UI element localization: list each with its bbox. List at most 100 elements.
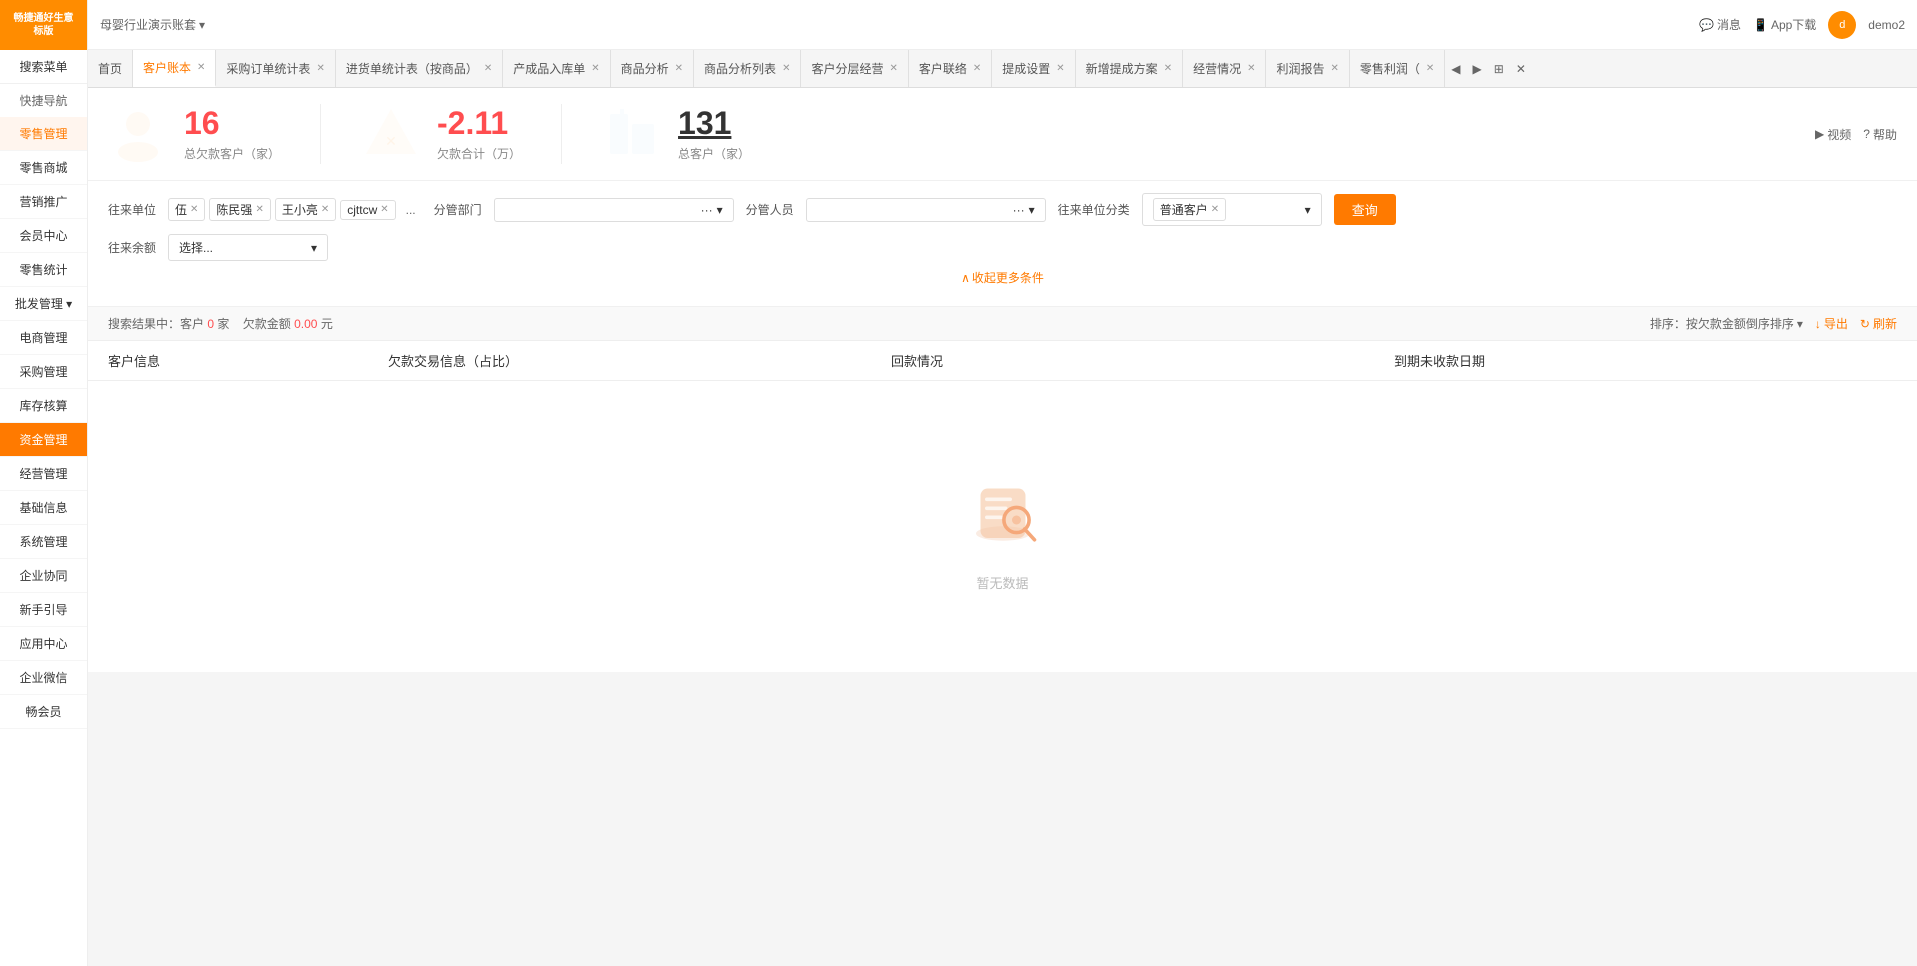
close-icon[interactable]: ✕ (316, 63, 324, 74)
credit-unit: 元 (321, 317, 333, 331)
message-label: 消息 (1717, 16, 1741, 33)
tag-remove-icon[interactable]: ✕ (190, 204, 198, 215)
tab-business-situation[interactable]: 经营情况 ✕ (1183, 50, 1266, 87)
sidebar-item-enterprise-collab[interactable]: 企业协同 (0, 559, 87, 593)
close-icon[interactable]: ✕ (1164, 63, 1172, 74)
app-icon: 📱 (1753, 18, 1768, 32)
sidebar-item-purchase-mgmt[interactable]: 采购管理 (0, 355, 87, 389)
tag-remove-icon[interactable]: ✕ (380, 204, 388, 215)
video-btn[interactable]: ▶ 视频 (1815, 126, 1851, 143)
app-download-btn[interactable]: 📱 App下载 (1753, 16, 1816, 33)
avatar[interactable]: d (1828, 11, 1856, 39)
tag-remove-icon[interactable]: ✕ (255, 204, 263, 215)
unit-class-dropdown-icon: ▾ (1305, 203, 1311, 217)
stat-credit-amount-info: -2.11 欠款合计（万） (437, 106, 521, 162)
credit-customers-value: 16 (184, 106, 280, 141)
query-button[interactable]: 查询 (1334, 194, 1396, 225)
tab-raise-settings[interactable]: 提成设置 ✕ (992, 50, 1075, 87)
tab-new-raise-plan[interactable]: 新增提成方案 ✕ (1076, 50, 1183, 87)
tab-scroll-left[interactable]: ◀ (1445, 50, 1466, 87)
balance-selector[interactable]: 选择... ▾ (168, 234, 328, 261)
tab-inbound-stats[interactable]: 进货单统计表（按商品） ✕ (336, 50, 503, 87)
tab-production-inbound[interactable]: 产成品入库单 ✕ (503, 50, 610, 87)
sidebar-item-vip-member[interactable]: 畅会员 (0, 695, 87, 729)
refresh-btn[interactable]: ↻ 刷新 (1860, 315, 1897, 332)
sidebar-item-marketing[interactable]: 营销推广 (0, 185, 87, 219)
tab-expand[interactable]: ⊞ (1488, 50, 1510, 87)
sort-selector[interactable]: 排序：按欠款金额倒序排序 ▾ (1650, 315, 1803, 332)
sidebar-item-inventory[interactable]: 库存核算 (0, 389, 87, 423)
tab-customer-contact[interactable]: 客户联络 ✕ (909, 50, 992, 87)
tab-product-analysis[interactable]: 商品分析 ✕ (611, 50, 694, 87)
sidebar-item-operations-mgmt[interactable]: 经营管理 (0, 457, 87, 491)
sidebar-item-enterprise-wechat[interactable]: 企业微信 (0, 661, 87, 695)
export-btn[interactable]: ↓ 导出 (1815, 315, 1848, 332)
tag-text: 陈民强 (216, 201, 252, 218)
unit-tag-wu[interactable]: 伍 ✕ (168, 198, 205, 221)
close-icon[interactable]: ✕ (591, 63, 599, 74)
sidebar-item-label: 零售统计 (19, 263, 67, 277)
sidebar-search[interactable]: 搜索菜单 (0, 50, 87, 84)
close-icon[interactable]: ✕ (675, 63, 683, 74)
close-icon[interactable]: ✕ (197, 62, 205, 73)
sidebar-item-system-mgmt[interactable]: 系统管理 (0, 525, 87, 559)
unit-tag-chen[interactable]: 陈民强 ✕ (209, 198, 270, 221)
tag-remove-icon[interactable]: ✕ (1211, 204, 1219, 215)
close-icon[interactable]: ✕ (889, 63, 897, 74)
close-icon[interactable]: ✕ (782, 63, 790, 74)
unit-tag-more[interactable]: ... (400, 201, 422, 219)
message-icon: 💬 (1699, 18, 1714, 32)
username[interactable]: demo2 (1868, 18, 1905, 32)
sidebar-item-app-center[interactable]: 应用中心 (0, 627, 87, 661)
account-selector[interactable]: 母婴行业演示账套 ▾ (100, 16, 205, 33)
tab-product-analysis-list[interactable]: 商品分析列表 ✕ (694, 50, 801, 87)
tab-close-all[interactable]: ✕ (1510, 50, 1532, 87)
unit-class-selector[interactable]: 普通客户 ✕ ▾ (1142, 193, 1322, 226)
tab-customer-segmentation[interactable]: 客户分层经营 ✕ (801, 50, 908, 87)
tag-remove-icon[interactable]: ✕ (321, 204, 329, 215)
sidebar-item-retail-mgmt[interactable]: 零售管理 (0, 117, 87, 151)
close-icon[interactable]: ✕ (1331, 63, 1339, 74)
tab-profit-report[interactable]: 利润报告 ✕ (1266, 50, 1349, 87)
dept-selector[interactable]: ··· ▾ (494, 198, 734, 222)
tab-label: 客户联络 (919, 60, 967, 77)
help-btn[interactable]: ? 帮助 (1863, 126, 1897, 143)
sidebar-item-wholesale-mgmt[interactable]: 批发管理 ▾ (0, 287, 87, 321)
person-dropdown-icon: ▾ (1029, 203, 1035, 217)
unit-tag-cjttcw[interactable]: cjttcw ✕ (340, 200, 395, 220)
close-icon[interactable]: ✕ (1426, 63, 1434, 74)
tab-purchase-order[interactable]: 采购订单统计表 ✕ (216, 50, 335, 87)
tab-accounts[interactable]: 客户账本 ✕ (133, 50, 216, 87)
tab-home[interactable]: 首页 (88, 50, 133, 87)
unit-tag-wang[interactable]: 王小亮 ✕ (275, 198, 336, 221)
credit-customers-icon (108, 104, 168, 164)
sort-dropdown-icon: ▾ (1797, 317, 1803, 331)
sidebar-item-basic-info[interactable]: 基础信息 (0, 491, 87, 525)
logo-text: 畅捷通好生意标版 (14, 12, 74, 38)
person-selector[interactable]: ··· ▾ (806, 198, 1046, 222)
table-header-repayment: 回款情况 (891, 351, 1394, 370)
sidebar-item-ecommerce[interactable]: 电商管理 (0, 321, 87, 355)
tab-label: 进货单统计表（按商品） (346, 60, 478, 77)
stat-total-customers: 131 总客户（家） (562, 104, 790, 164)
unit-class-tag-normal[interactable]: 普通客户 ✕ (1153, 198, 1226, 221)
close-icon[interactable]: ✕ (1056, 63, 1064, 74)
quick-nav[interactable]: 快捷导航 (0, 84, 87, 117)
close-icon[interactable]: ✕ (484, 63, 492, 74)
refresh-label: 刷新 (1873, 315, 1897, 332)
sidebar-item-member-center[interactable]: 会员中心 (0, 219, 87, 253)
sidebar-item-capital-mgmt[interactable]: 资金管理 (0, 423, 87, 457)
tag-text: 伍 (175, 201, 187, 218)
sidebar-item-label: 系统管理 (19, 535, 67, 549)
message-btn[interactable]: 💬 消息 (1699, 16, 1741, 33)
sidebar-item-new-guide[interactable]: 新手引导 (0, 593, 87, 627)
sidebar-item-retail-stats[interactable]: 零售统计 (0, 253, 87, 287)
sidebar-item-label: 经营管理 (19, 467, 67, 481)
tab-retail-profit[interactable]: 零售利润（ ✕ (1350, 50, 1445, 87)
tab-scroll-right[interactable]: ▶ (1467, 50, 1488, 87)
close-icon[interactable]: ✕ (1247, 63, 1255, 74)
collapse-btn[interactable]: ∧ 收起更多条件 (961, 269, 1044, 286)
close-icon[interactable]: ✕ (973, 63, 981, 74)
dept-dropdown-icon: ▾ (717, 203, 723, 217)
sidebar-item-retail-mall[interactable]: 零售商城 (0, 151, 87, 185)
